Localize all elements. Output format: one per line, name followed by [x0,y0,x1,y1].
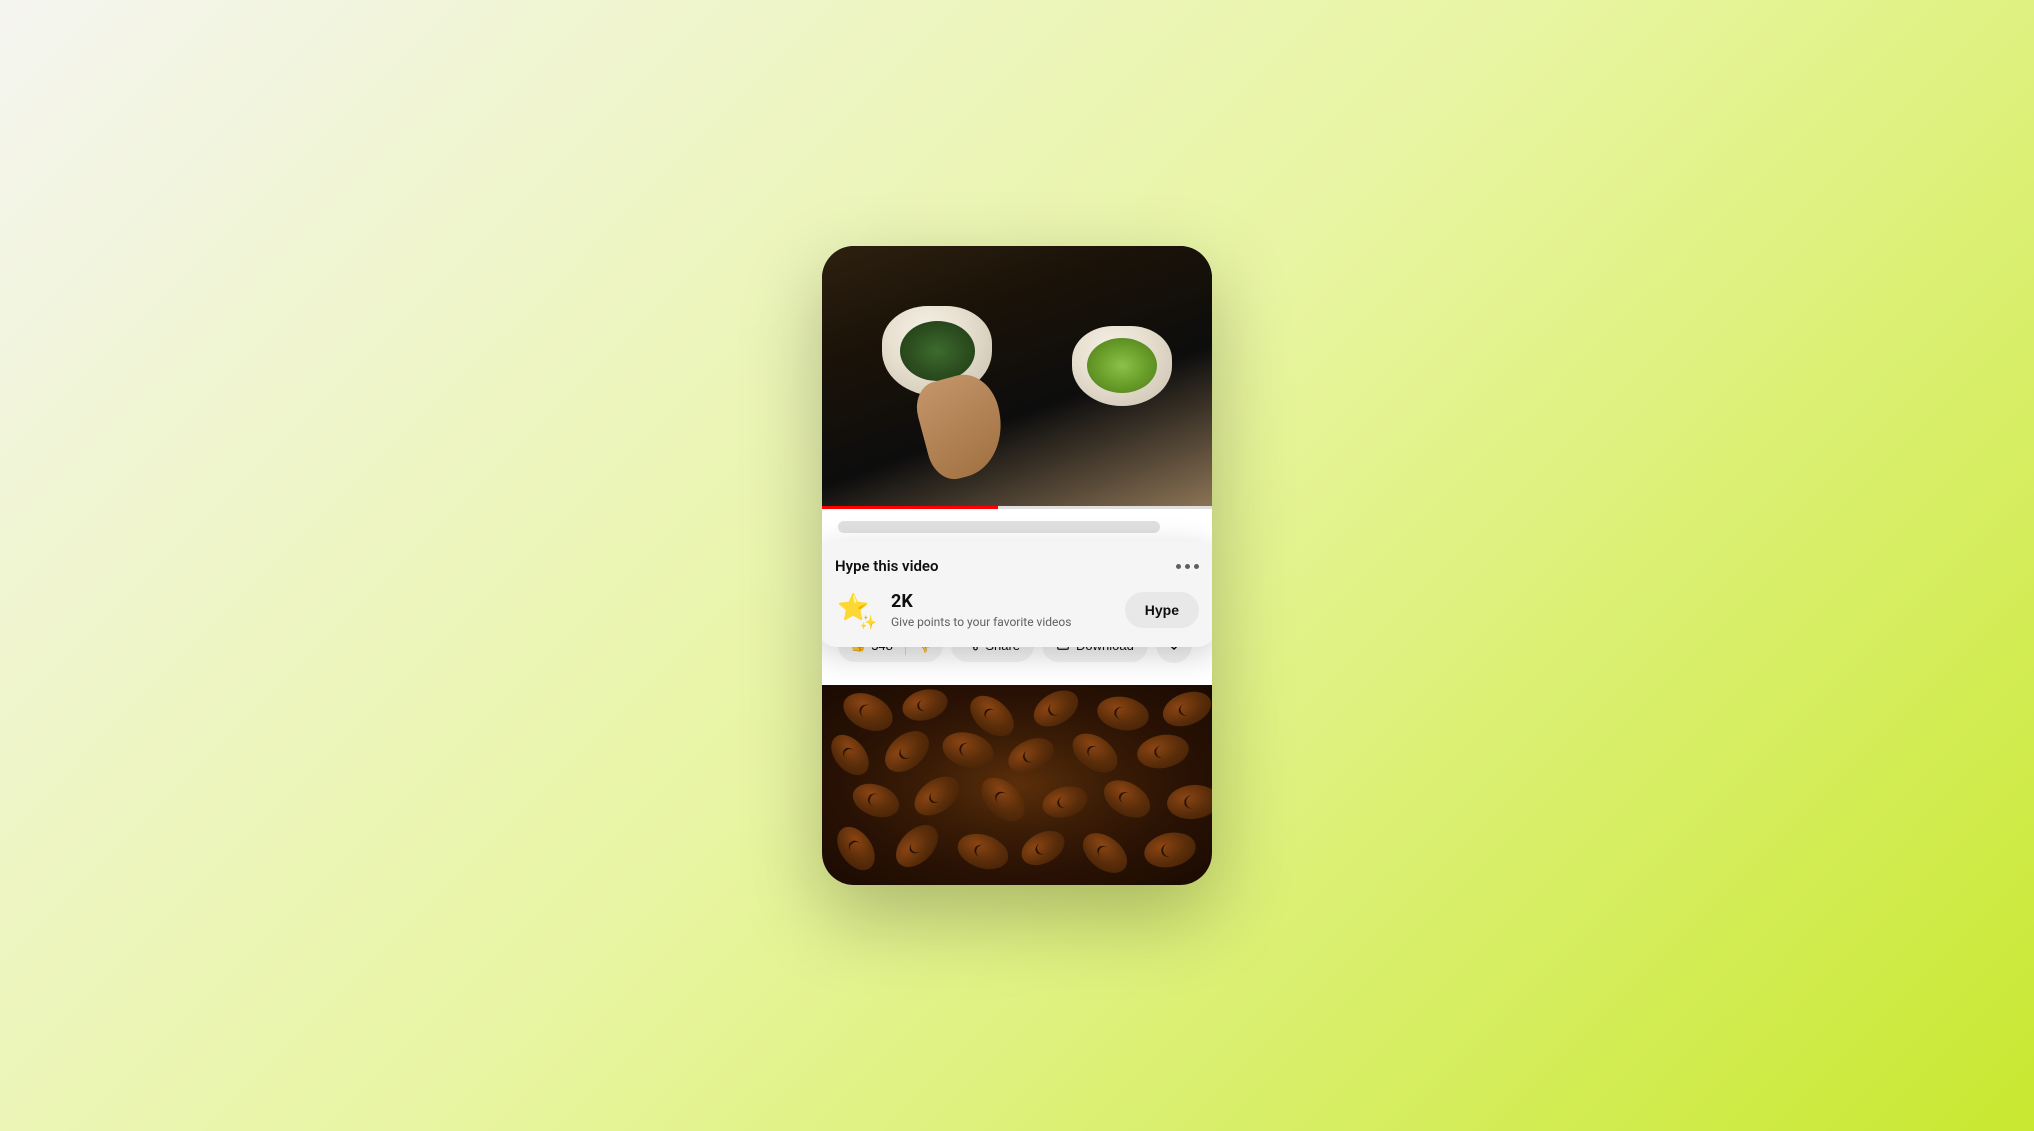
coffee-bean [938,727,997,773]
hype-card-wrapper: Hype this video 2K Give points to your f… [822,685,1212,885]
coffee-bean [1095,693,1152,735]
hype-content: 2K Give points to your favorite videos H… [835,589,1199,631]
coffee-bean [1166,783,1212,821]
coffee-bean [848,778,904,824]
coffee-bean [1016,824,1071,872]
hand [910,367,1013,484]
coffee-bean [1027,685,1084,734]
hype-card: Hype this video 2K Give points to your f… [822,541,1212,647]
hype-star-icon [835,589,877,631]
coffee-bean [1003,731,1060,779]
coffee-bean [1039,782,1091,823]
hype-points: 2K [891,591,1111,613]
video-title-line1 [838,521,1160,533]
hype-card-header: Hype this video [835,557,1199,575]
hype-button[interactable]: Hype [1125,592,1199,628]
dot3 [1194,564,1199,569]
video-progress-bar[interactable] [822,506,1212,509]
coffee-bean [824,728,877,783]
video-player-top[interactable] [822,246,1212,506]
video-thumbnail-matcha [822,246,1212,506]
coffee-bean [973,769,1033,829]
coffee-bean [1141,828,1199,872]
hype-title: Hype this video [835,557,938,575]
coffee-beans-scene [822,685,1212,885]
coffee-bean [1158,685,1212,732]
phone-frame: #4 hyped 🔔 Subscribed ▾ 👍 348 [822,246,1212,885]
dot1 [1176,564,1181,569]
coffee-bean [1065,726,1124,781]
hype-description: Give points to your favorite videos [891,615,1111,629]
coffee-bean [888,817,946,875]
hype-text-group: 2K Give points to your favorite videos [891,591,1111,629]
more-options-button[interactable] [1176,564,1199,569]
coffee-bean [1075,825,1134,881]
matcha-bowl-right [1072,326,1172,406]
video-progress-fill [822,506,998,509]
coffee-bean [837,686,898,739]
coffee-bean [1097,773,1156,826]
coffee-bean [877,723,937,780]
coffee-bean [899,685,951,725]
coffee-bean [1135,731,1192,773]
dot2 [1185,564,1190,569]
video-thumbnail-coffee[interactable] [822,685,1212,885]
coffee-bean [953,828,1013,875]
coffee-bean [907,769,966,824]
coffee-bean [830,820,883,877]
